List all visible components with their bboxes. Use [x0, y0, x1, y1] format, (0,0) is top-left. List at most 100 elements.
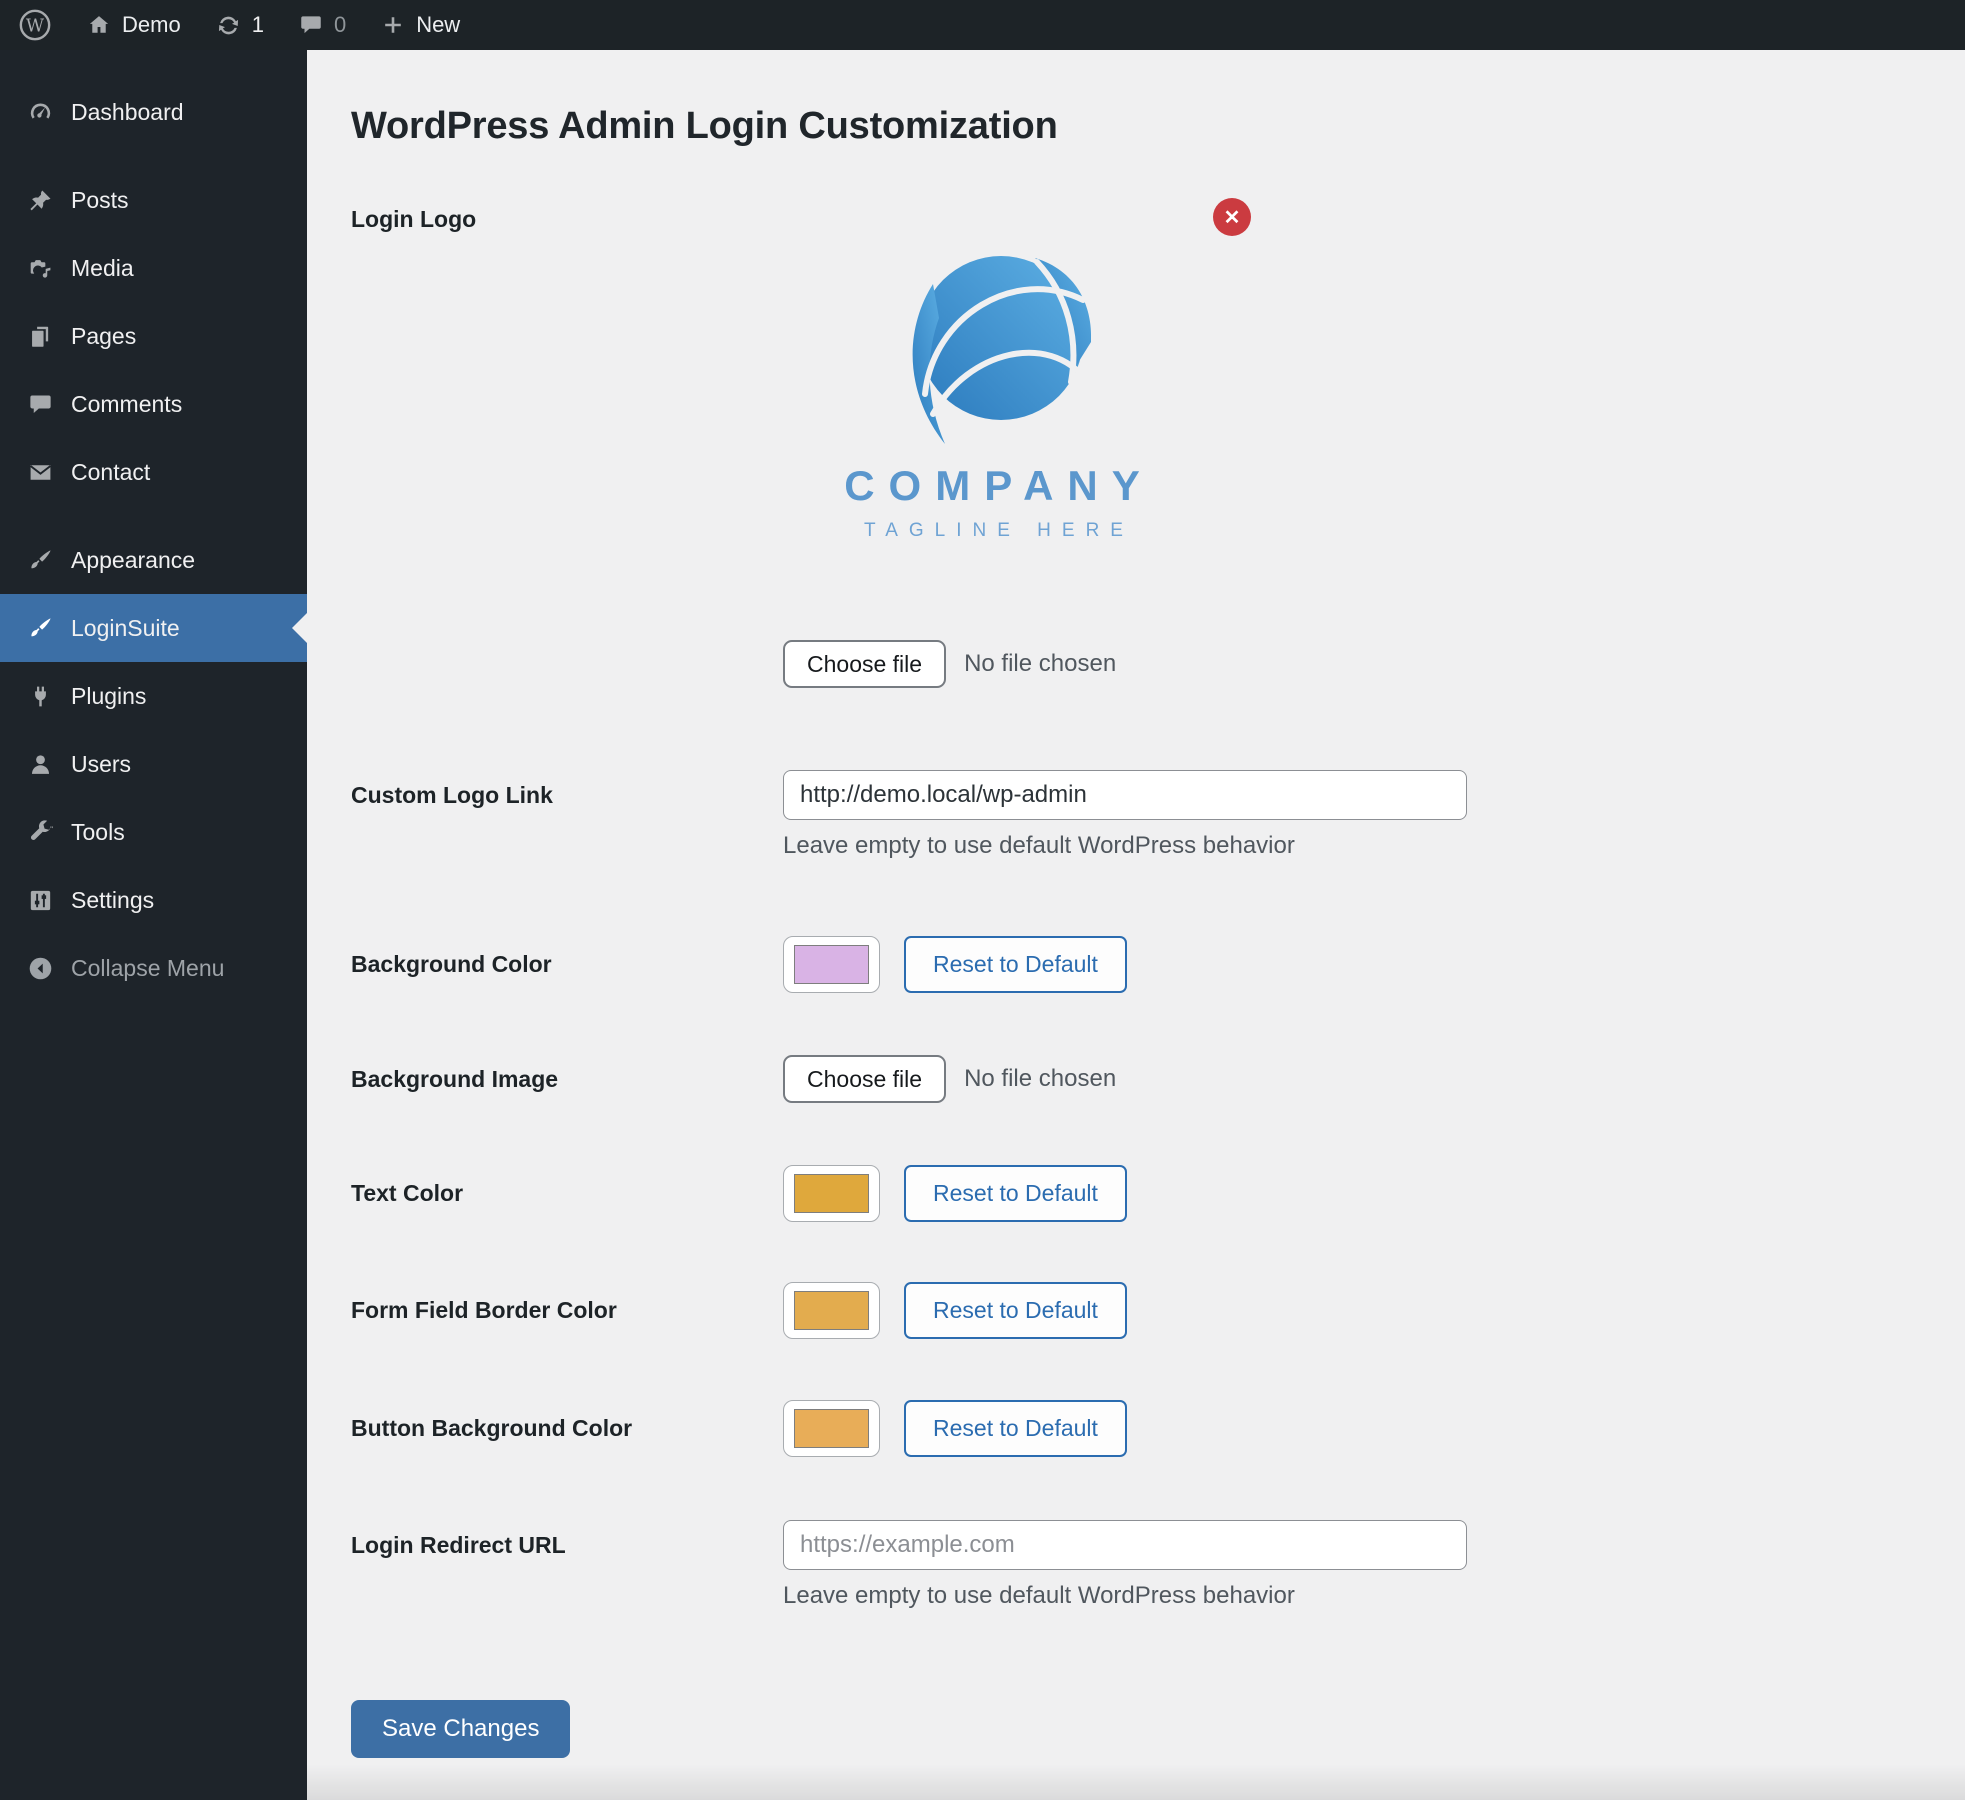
text-color-swatch[interactable]	[783, 1165, 880, 1222]
login-redirect-url-input[interactable]	[783, 1520, 1467, 1570]
sidebar-item-label: Dashboard	[71, 98, 184, 125]
sidebar-item-appearance[interactable]: Appearance	[0, 526, 307, 594]
field-row-login-redirect-url: Login Redirect URL Leave empty to use de…	[351, 1520, 1905, 1610]
background-color-swatch[interactable]	[783, 936, 880, 993]
logo-choose-file-button[interactable]: Choose file	[783, 640, 947, 688]
admin-bar: W Demo 1 0 New	[0, 0, 1965, 50]
wrench-icon	[27, 819, 54, 846]
form-field-border-color-reset-button[interactable]: Reset to Default	[904, 1282, 1127, 1339]
media-icon	[27, 255, 54, 282]
site-name: Demo	[122, 12, 181, 37]
sidebar-item-users[interactable]: Users	[0, 730, 307, 798]
custom-logo-link-help: Leave empty to use default WordPress beh…	[783, 832, 1295, 859]
button-background-color-control: Reset to Default	[783, 1400, 1905, 1457]
site-menu[interactable]: Demo	[69, 0, 198, 50]
background-image-choose-file-button[interactable]: Choose file	[783, 1055, 947, 1103]
plus-icon	[380, 12, 406, 38]
settings-page: WordPress Admin Login Customization Logi…	[307, 50, 1965, 1800]
background-color-value	[794, 945, 869, 984]
text-color-label: Text Color	[351, 1180, 464, 1206]
dashboard-icon	[27, 99, 54, 126]
sidebar-item-label: Pages	[71, 322, 137, 349]
sidebar-item-label: Plugins	[71, 682, 147, 709]
sidebar-item-pages[interactable]: Pages	[0, 302, 307, 370]
button-background-color-value	[794, 1409, 869, 1448]
login-redirect-url-help: Leave empty to use default WordPress beh…	[783, 1582, 1295, 1609]
sidebar-item-contact[interactable]: Contact	[0, 438, 307, 506]
svg-text:W: W	[26, 17, 45, 37]
paintbrush-icon	[27, 615, 54, 642]
collapse-menu-label: Collapse Menu	[71, 954, 225, 981]
comments-icon	[27, 391, 54, 418]
text-color-value	[794, 1174, 869, 1213]
updates-count: 1	[251, 12, 264, 37]
field-row-background-color: Background Color Reset to Default	[351, 936, 1905, 993]
sidebar-item-media[interactable]: Media	[0, 234, 307, 302]
logo-file-status: No file chosen	[964, 650, 1117, 677]
new-content-menu[interactable]: New	[363, 0, 477, 50]
background-image-control: Choose file No file chosen	[783, 1055, 1905, 1103]
plugin-icon	[27, 683, 54, 710]
home-icon	[86, 12, 112, 38]
sidebar-item-dashboard[interactable]: Dashboard	[0, 78, 307, 146]
field-row-background-image: Background Image Choose file No file cho…	[351, 1055, 1905, 1103]
comment-bubble-icon	[298, 12, 324, 38]
field-row-form-field-border-color: Form Field Border Color Reset to Default	[351, 1282, 1905, 1339]
remove-logo-button[interactable]: ✕	[1213, 198, 1251, 236]
custom-logo-link-label: Custom Logo Link	[351, 782, 553, 808]
text-color-control: Reset to Default	[783, 1165, 1905, 1222]
field-row-text-color: Text Color Reset to Default	[351, 1165, 1905, 1222]
logo-tagline-text: TAGLINE HERE	[864, 520, 1134, 541]
sidebar-item-label: Appearance	[71, 546, 196, 573]
login-logo-preview: COMPANY TAGLINE HERE	[783, 246, 1203, 558]
sidebar-item-label: Settings	[71, 886, 155, 913]
logo-sphere-graphic	[912, 256, 1092, 444]
new-label: New	[416, 12, 461, 37]
save-changes-button[interactable]: Save Changes	[351, 1700, 571, 1758]
user-icon	[27, 751, 54, 778]
updates-menu[interactable]: 1	[198, 0, 281, 50]
background-color-reset-button[interactable]: Reset to Default	[904, 936, 1127, 993]
sidebar-item-comments[interactable]: Comments	[0, 370, 307, 438]
form-field-border-color-control: Reset to Default	[783, 1282, 1905, 1339]
custom-logo-link-input[interactable]	[783, 770, 1467, 820]
login-logo-control: ✕ COMPANY TAGLINE HERE Choose file No fi…	[783, 198, 1905, 688]
background-color-label: Background Color	[351, 951, 552, 977]
button-background-color-swatch[interactable]	[783, 1400, 880, 1457]
wordpress-logo-menu[interactable]: W	[14, 0, 69, 50]
sidebar-item-label: Users	[71, 750, 132, 777]
form-field-border-color-swatch[interactable]	[783, 1282, 880, 1339]
background-color-control: Reset to Default	[783, 936, 1905, 993]
page-title: WordPress Admin Login Customization	[351, 105, 1058, 147]
login-logo-label: Login Logo	[351, 206, 477, 232]
collapse-menu-button[interactable]: Collapse Menu	[0, 934, 307, 1002]
text-color-reset-button[interactable]: Reset to Default	[904, 1165, 1127, 1222]
sidebar-item-tools[interactable]: Tools	[0, 798, 307, 866]
comments-menu[interactable]: 0	[281, 0, 363, 50]
sidebar-item-label: Tools	[71, 818, 125, 845]
sidebar-item-label: Contact	[71, 458, 151, 485]
sidebar-item-plugins[interactable]: Plugins	[0, 662, 307, 730]
button-background-color-reset-button[interactable]: Reset to Default	[904, 1400, 1127, 1457]
login-redirect-url-control: Leave empty to use default WordPress beh…	[783, 1520, 1905, 1610]
sidebar-item-label: Media	[71, 254, 134, 281]
logo-company-text: COMPANY	[844, 462, 1154, 509]
field-row-custom-logo-link: Custom Logo Link Leave empty to use defa…	[351, 770, 1905, 860]
sidebar-item-posts[interactable]: Posts	[0, 166, 307, 234]
sidebar-item-label: Posts	[71, 186, 129, 213]
pushpin-icon	[27, 187, 54, 214]
field-row-button-background-color: Button Background Color Reset to Default	[351, 1400, 1905, 1457]
form-field-border-color-label: Form Field Border Color	[351, 1297, 617, 1323]
background-image-file-status: No file chosen	[964, 1065, 1117, 1092]
background-image-label: Background Image	[351, 1066, 559, 1092]
envelope-icon	[27, 459, 54, 486]
sidebar-item-loginsuite[interactable]: LoginSuite	[0, 594, 307, 662]
sidebar-item-settings[interactable]: Settings	[0, 866, 307, 934]
sidebar-item-label: LoginSuite	[71, 614, 180, 641]
sidebar-item-label: Comments	[71, 390, 183, 417]
paintbrush-icon	[27, 547, 54, 574]
field-row-login-logo: Login Logo ✕ COMPANY TAGLINE HERE Choose…	[351, 198, 1905, 688]
pages-icon	[27, 323, 54, 350]
button-background-color-label: Button Background Color	[351, 1415, 633, 1441]
update-icon	[215, 12, 242, 39]
